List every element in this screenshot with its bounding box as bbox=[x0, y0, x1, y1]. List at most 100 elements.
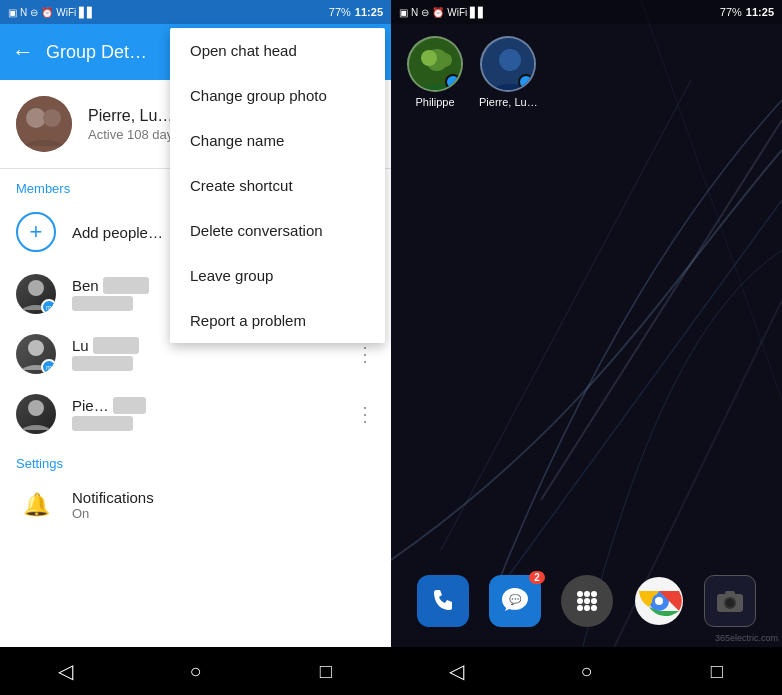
menu-item-leave-group[interactable]: Leave group bbox=[170, 253, 385, 298]
menu-item-change-name[interactable]: Change name bbox=[170, 118, 385, 163]
messaging-badge: 2 bbox=[529, 571, 545, 584]
alarm-icon: ⏰ bbox=[41, 7, 53, 18]
recents-nav-button[interactable]: □ bbox=[296, 651, 356, 691]
minus-icon: ⊖ bbox=[30, 7, 38, 18]
bell-icon: 🔔 bbox=[16, 485, 56, 525]
member-handle-3 bbox=[72, 416, 339, 431]
svg-point-32 bbox=[726, 599, 734, 607]
alarm-icon-right: ⏰ bbox=[432, 7, 444, 18]
chat-head-pierre[interactable]: Pierre, Lu… bbox=[479, 36, 538, 108]
status-icons-right: ▣ N ⊖ ⏰ WiFi ▋▋ bbox=[399, 7, 486, 18]
svg-point-12 bbox=[421, 50, 437, 66]
svg-text:m: m bbox=[46, 364, 52, 371]
battery-pct-right: 77% bbox=[720, 6, 742, 18]
bottom-nav-left: ◁ ○ □ bbox=[0, 647, 391, 695]
notification-title: Notifications bbox=[72, 489, 154, 506]
wifi-icon: WiFi bbox=[56, 7, 76, 18]
recents-nav-button-right[interactable]: □ bbox=[687, 651, 747, 691]
add-people-text: Add people… bbox=[72, 224, 163, 241]
watermark: 365electric.com bbox=[715, 633, 778, 643]
svg-point-25 bbox=[591, 605, 597, 611]
nfc-icon: N bbox=[20, 7, 27, 18]
chat-head-name-pierre: Pierre, Lu… bbox=[479, 96, 538, 108]
bars-icon: ▋▋ bbox=[79, 7, 95, 18]
back-nav-button-right[interactable]: ◁ bbox=[426, 651, 486, 691]
battery-pct-left: 77% bbox=[329, 6, 351, 18]
svg-point-15 bbox=[499, 49, 521, 71]
messenger-badge-2: m bbox=[41, 359, 56, 374]
member-avatar-1: m bbox=[16, 274, 56, 314]
time-right: 11:25 bbox=[746, 6, 774, 18]
right-panel: ▣ N ⊖ ⏰ WiFi ▋▋ 77% 11:25 bbox=[391, 0, 782, 695]
notification-info: Notifications On bbox=[72, 489, 154, 521]
chat-head-avatar-pierre bbox=[480, 36, 536, 92]
left-panel: ▣ N ⊖ ⏰ WiFi ▋▋ 77% 11:25 ← Group Det… ⋮ bbox=[0, 0, 391, 695]
time-left: 11:25 bbox=[355, 6, 383, 18]
svg-text:💬: 💬 bbox=[509, 593, 522, 606]
battery-time-left: 77% 11:25 bbox=[329, 6, 383, 18]
menu-item-report-problem[interactable]: Report a problem bbox=[170, 298, 385, 343]
dropdown-menu: Open chat head Change group photo Change… bbox=[170, 28, 385, 343]
chat-heads-area: Philippe Pierre, Lu… bbox=[391, 28, 782, 116]
menu-item-delete-conversation[interactable]: Delete conversation bbox=[170, 208, 385, 253]
status-bar-right: ▣ N ⊖ ⏰ WiFi ▋▋ 77% 11:25 bbox=[391, 0, 782, 24]
more-icon-3[interactable]: ⋮ bbox=[355, 402, 375, 426]
minus-icon-right: ⊖ bbox=[421, 7, 429, 18]
messenger-badge-1: m bbox=[41, 299, 56, 314]
svg-point-23 bbox=[577, 605, 583, 611]
svg-point-6 bbox=[28, 340, 44, 356]
chrome-icon bbox=[633, 575, 685, 627]
svg-point-18 bbox=[584, 591, 590, 597]
svg-point-17 bbox=[577, 591, 583, 597]
member-info-3: Pie… bbox=[72, 397, 339, 431]
messenger-badge-philippe bbox=[445, 74, 461, 90]
chat-head-avatar-philippe bbox=[407, 36, 463, 92]
menu-item-create-shortcut[interactable]: Create shortcut bbox=[170, 163, 385, 208]
svg-point-29 bbox=[655, 597, 663, 605]
chat-head-philippe[interactable]: Philippe bbox=[407, 36, 463, 108]
menu-item-open-chat-head[interactable]: Open chat head bbox=[170, 28, 385, 73]
menu-item-change-group-photo[interactable]: Change group photo bbox=[170, 73, 385, 118]
group-avatar bbox=[16, 96, 72, 152]
status-icons-left: ▣ N ⊖ ⏰ WiFi ▋▋ bbox=[8, 7, 95, 18]
bottom-nav-right: ◁ ○ □ bbox=[391, 647, 782, 695]
notification-sub: On bbox=[72, 506, 154, 521]
svg-point-2 bbox=[43, 109, 61, 127]
nfc-icon-right: N bbox=[411, 7, 418, 18]
svg-text:m: m bbox=[46, 304, 52, 311]
messaging-icon: 💬 2 bbox=[489, 575, 541, 627]
signal-icon: ▣ bbox=[8, 7, 17, 18]
svg-point-20 bbox=[577, 598, 583, 604]
member-avatar-2: m bbox=[16, 334, 56, 374]
member-row[interactable]: Pie… ⋮ bbox=[0, 384, 391, 444]
member-handle-2 bbox=[72, 356, 339, 371]
messenger-badge-pierre bbox=[518, 74, 534, 90]
svg-point-13 bbox=[438, 53, 452, 67]
svg-point-9 bbox=[28, 400, 44, 416]
home-nav-button-right[interactable]: ○ bbox=[556, 651, 616, 691]
notification-row[interactable]: 🔔 Notifications On bbox=[0, 475, 391, 535]
signal-icon-right: ▣ bbox=[399, 7, 408, 18]
svg-rect-33 bbox=[725, 591, 735, 595]
back-nav-button[interactable]: ◁ bbox=[35, 651, 95, 691]
battery-time-right: 77% 11:25 bbox=[720, 6, 774, 18]
wifi-icon-right: WiFi bbox=[447, 7, 467, 18]
bars-icon-right: ▋▋ bbox=[470, 7, 486, 18]
camera-icon bbox=[704, 575, 756, 627]
add-people-icon: + bbox=[16, 212, 56, 252]
svg-point-21 bbox=[584, 598, 590, 604]
svg-point-22 bbox=[591, 598, 597, 604]
member-name-3: Pie… bbox=[72, 397, 339, 414]
status-bar-left: ▣ N ⊖ ⏰ WiFi ▋▋ 77% 11:25 bbox=[0, 0, 391, 24]
back-button[interactable]: ← bbox=[12, 39, 34, 65]
chat-head-name-philippe: Philippe bbox=[415, 96, 454, 108]
home-nav-button[interactable]: ○ bbox=[165, 651, 225, 691]
apps-icon bbox=[561, 575, 613, 627]
member-avatar-3 bbox=[16, 394, 56, 434]
svg-point-3 bbox=[28, 280, 44, 296]
settings-section-label: Settings bbox=[0, 444, 391, 475]
more-icon-2[interactable]: ⋮ bbox=[355, 342, 375, 366]
svg-point-24 bbox=[584, 605, 590, 611]
phone-icon bbox=[417, 575, 469, 627]
svg-point-19 bbox=[591, 591, 597, 597]
